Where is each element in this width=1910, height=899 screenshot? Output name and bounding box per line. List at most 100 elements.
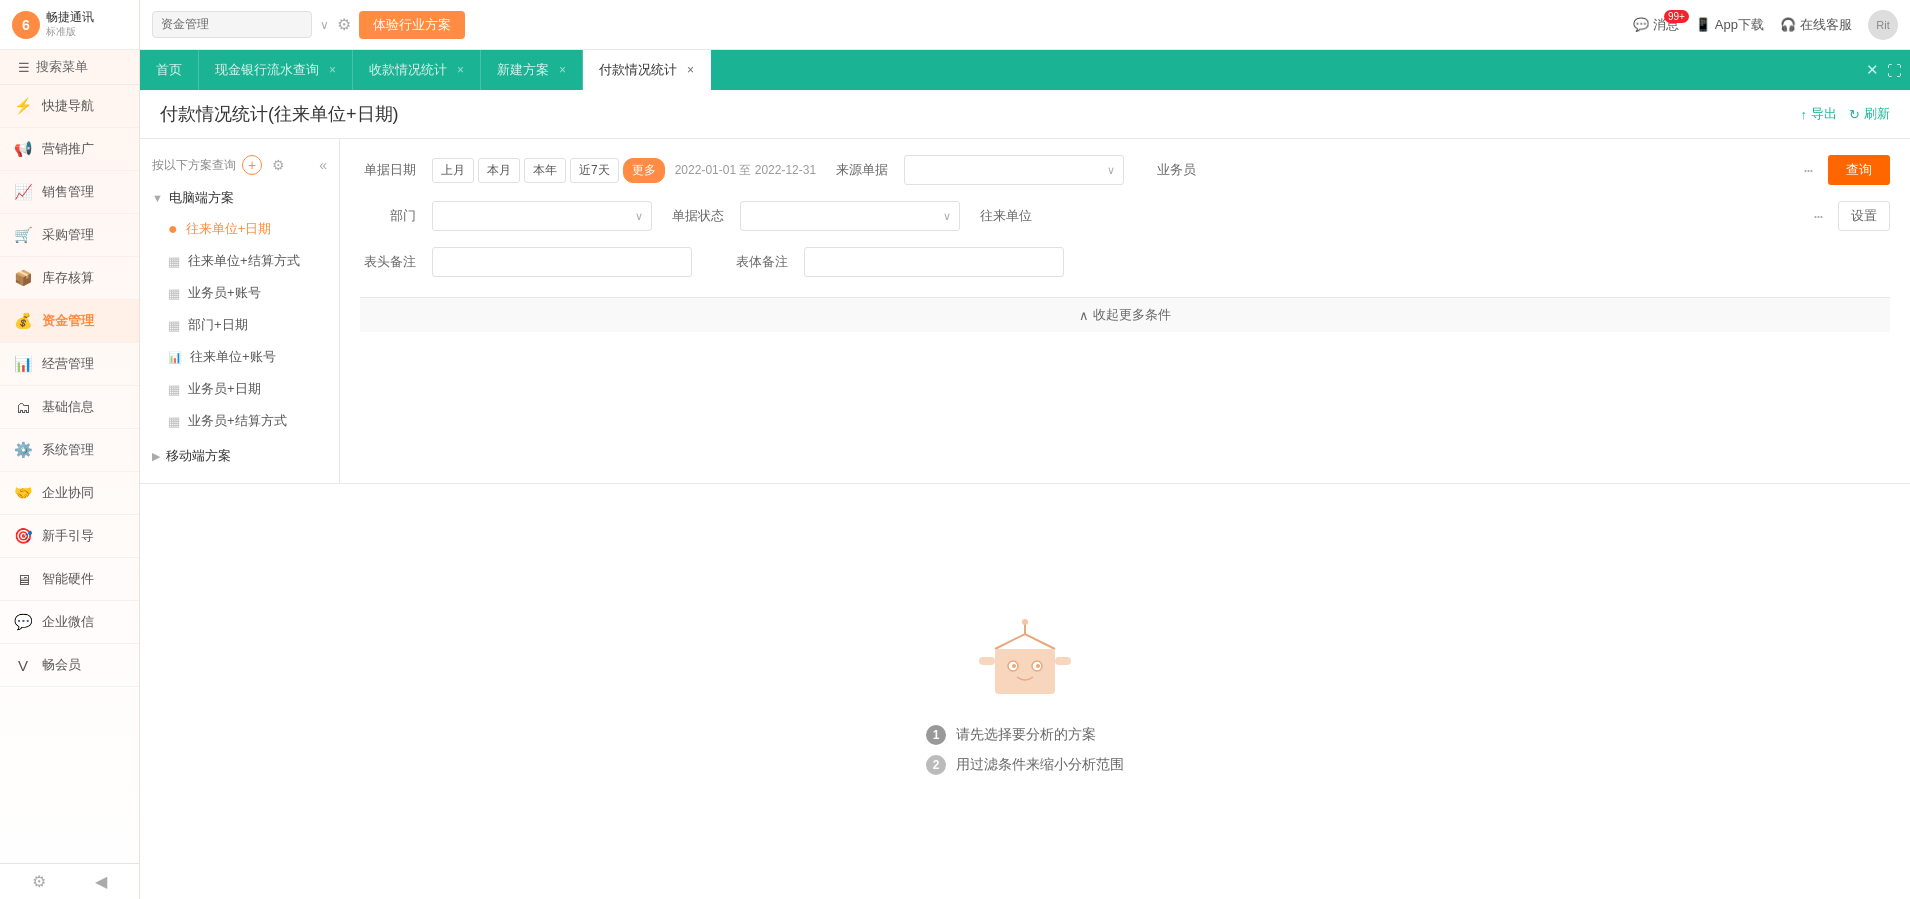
sidebar-item-sales[interactable]: 📈 销售管理: [0, 171, 139, 214]
download-icon: 📱: [1695, 17, 1711, 32]
desktop-group-header[interactable]: ▼ 电脑端方案: [140, 183, 339, 213]
filter-row-3: 表头备注 表体备注: [360, 247, 1890, 277]
note-body-input[interactable]: [804, 247, 1064, 277]
scheme-label-salesman-settlement: 业务员+结算方式: [188, 412, 287, 430]
settings-button[interactable]: 设置: [1838, 201, 1890, 231]
scheme-item-salesman-settlement[interactable]: ▦ 业务员+结算方式: [140, 405, 339, 437]
trial-button[interactable]: 体验行业方案: [359, 11, 465, 39]
user-avatar[interactable]: Rit: [1868, 10, 1898, 40]
close-window-icon[interactable]: ✕: [1866, 61, 1879, 79]
scheme-item-dept-date[interactable]: ▦ 部门+日期: [140, 309, 339, 341]
tab-home[interactable]: 首页: [140, 50, 199, 90]
svg-point-4: [1036, 664, 1040, 668]
sidebar-label-operation: 经营管理: [42, 355, 94, 373]
sidebar-item-quick-nav[interactable]: ⚡ 快捷导航: [0, 85, 139, 128]
avatar-text: Rit: [1876, 19, 1889, 31]
sidebar-item-operation[interactable]: 📊 经营管理: [0, 343, 139, 386]
scheme-item-partner-account[interactable]: 📊 往来单位+账号: [140, 341, 339, 373]
empty-steps: 1 请先选择要分析的方案 2 用过滤条件来缩小分析范围: [926, 725, 1124, 775]
breadcrumb-input[interactable]: 资金管理: [152, 11, 312, 38]
empty-step-2: 2 用过滤条件来缩小分析范围: [926, 755, 1124, 775]
sidebar-item-purchase[interactable]: 🛒 采购管理: [0, 214, 139, 257]
date-btn-more[interactable]: 更多: [623, 158, 665, 183]
date-btn-this-month[interactable]: 本月: [478, 158, 520, 183]
sidebar-item-member[interactable]: V 畅会员: [0, 644, 139, 687]
source-select[interactable]: ∨: [904, 155, 1124, 185]
marketing-icon: 📢: [12, 138, 34, 160]
sidebar-label-sales: 销售管理: [42, 183, 94, 201]
step-2-text: 用过滤条件来缩小分析范围: [956, 756, 1124, 774]
tab-receipt-stats-close-icon[interactable]: ×: [457, 63, 464, 77]
fullscreen-icon[interactable]: ⛶: [1887, 62, 1902, 79]
sidebar-item-newbie[interactable]: 🎯 新手引导: [0, 515, 139, 558]
app-logo-icon: 6: [12, 11, 40, 39]
tab-bank-flow-close-icon[interactable]: ×: [329, 63, 336, 77]
svg-rect-0: [995, 649, 1055, 694]
partner-dots-button[interactable]: ···: [1813, 206, 1822, 227]
tab-new-scheme[interactable]: 新建方案 ×: [481, 50, 583, 90]
message-button[interactable]: 💬 消息 99+: [1633, 16, 1679, 34]
collapse-more-button[interactable]: ∧ 收起更多条件: [360, 297, 1890, 332]
scheme-collapse-icon[interactable]: «: [319, 157, 327, 173]
date-btn-last-month[interactable]: 上月: [432, 158, 474, 183]
export-button[interactable]: ↑ 导出: [1801, 105, 1838, 123]
collapse-icon: ∧: [1079, 308, 1089, 323]
voucher-status-select[interactable]: ∨: [740, 201, 960, 231]
tab-new-scheme-close-icon[interactable]: ×: [559, 63, 566, 77]
sidebar-item-marketing[interactable]: 📢 营销推广: [0, 128, 139, 171]
scheme-item-salesman-date[interactable]: ▦ 业务员+日期: [140, 373, 339, 405]
message-icon: 💬: [1633, 17, 1649, 32]
tab-payment-stats-close-icon[interactable]: ×: [687, 63, 694, 77]
search-menu-item[interactable]: ☰ 搜索菜单: [0, 50, 139, 85]
collapse-sidebar-icon[interactable]: ◀: [95, 872, 107, 891]
scheme-item-salesman-account[interactable]: ▦ 业务员+账号: [140, 277, 339, 309]
scheme-item-partner-settlement[interactable]: ▦ 往来单位+结算方式: [140, 245, 339, 277]
note-header-input[interactable]: [432, 247, 692, 277]
tab-payment-stats[interactable]: 付款情况统计 ×: [583, 50, 711, 90]
filter-row-2: 部门 ∨ 单据状态 ∨ 往来单位 ··· 设置: [360, 201, 1890, 231]
filter-area: 按以下方案查询 + ⚙ « ▼ 电脑端方案 ● 往来单位+日期: [140, 139, 1910, 484]
result-area: 1 请先选择要分析的方案 2 用过滤条件来缩小分析范围: [140, 484, 1910, 899]
sidebar-item-enterprise[interactable]: 🤝 企业协同: [0, 472, 139, 515]
tab-receipt-stats-label: 收款情况统计: [369, 61, 447, 79]
query-button[interactable]: 查询: [1828, 155, 1890, 185]
scheme-item-partner-date[interactable]: ● 往来单位+日期: [140, 213, 339, 245]
collapse-label: 收起更多条件: [1093, 306, 1171, 324]
sidebar-item-funds[interactable]: 💰 资金管理: [0, 300, 139, 343]
sidebar-nav: ⚡ 快捷导航 📢 营销推广 📈 销售管理 🛒 采购管理 📦 库存核算 💰 资金管…: [0, 85, 139, 863]
online-service-button[interactable]: 🎧 在线客服: [1780, 16, 1852, 34]
date-btn-this-year[interactable]: 本年: [524, 158, 566, 183]
sidebar-bottom: ⚙ ◀: [0, 863, 139, 899]
scheme-active-icon: ●: [168, 220, 178, 238]
refresh-button[interactable]: ↻ 刷新: [1849, 105, 1890, 123]
date-btn-last-7-days[interactable]: 近7天: [570, 158, 619, 183]
tab-bar-end: ✕ ⛶: [1858, 50, 1910, 90]
empty-step-1: 1 请先选择要分析的方案: [926, 725, 1124, 745]
salesman-dots-button[interactable]: ···: [1803, 160, 1812, 181]
tab-home-label: 首页: [156, 61, 182, 79]
tab-bank-flow[interactable]: 现金银行流水查询 ×: [199, 50, 353, 90]
sidebar-item-basic[interactable]: 🗂 基础信息: [0, 386, 139, 429]
scheme-icon-1: ▦: [168, 254, 180, 269]
svg-point-6: [1022, 619, 1028, 625]
empty-illustration: [965, 609, 1085, 709]
header-settings-icon[interactable]: ⚙: [337, 15, 351, 34]
member-icon: V: [12, 654, 34, 676]
sidebar-item-inventory[interactable]: 📦 库存核算: [0, 257, 139, 300]
dept-select[interactable]: ∨: [432, 201, 652, 231]
scheme-label-dept-date: 部门+日期: [188, 316, 248, 334]
mobile-group-arrow-icon: ▶: [152, 450, 160, 463]
sidebar-item-system[interactable]: ⚙️ 系统管理: [0, 429, 139, 472]
settings-bottom-icon[interactable]: ⚙: [32, 872, 46, 891]
mobile-group-header[interactable]: ▶ 移动端方案: [140, 441, 339, 471]
app-download-button[interactable]: 📱 App下载: [1695, 16, 1764, 34]
dropdown-arrow-icon[interactable]: ∨: [320, 18, 329, 32]
app-download-label: App下载: [1715, 16, 1764, 34]
tab-receipt-stats[interactable]: 收款情况统计 ×: [353, 50, 481, 90]
refresh-label: 刷新: [1864, 105, 1890, 123]
sidebar-item-wechat[interactable]: 💬 企业微信: [0, 601, 139, 644]
scheme-add-button[interactable]: +: [242, 155, 262, 175]
scheme-settings-icon[interactable]: ⚙: [268, 155, 288, 175]
voucher-status-arrow-icon: ∨: [943, 210, 951, 223]
sidebar-item-hardware[interactable]: 🖥 智能硬件: [0, 558, 139, 601]
